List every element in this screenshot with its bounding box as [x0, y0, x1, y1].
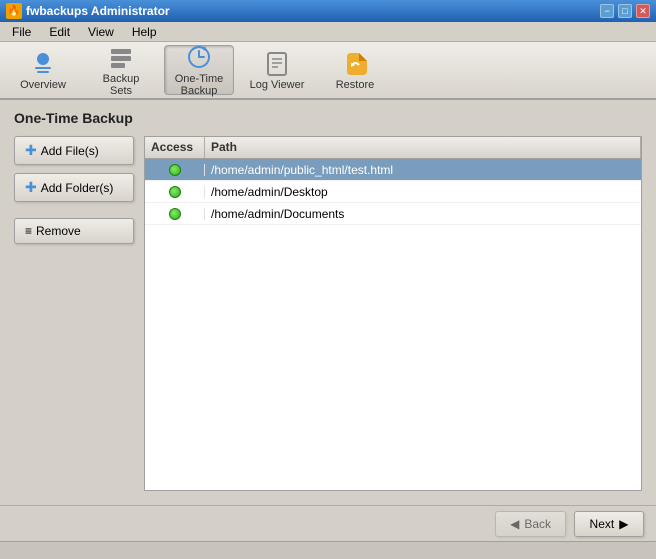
- access-cell: [145, 208, 205, 220]
- next-label: Next: [590, 517, 615, 531]
- backup-sets-label: Backup Sets: [91, 73, 151, 97]
- side-buttons: ✚ Add File(s) ✚ Add Folder(s) ≡ Remove: [14, 136, 134, 491]
- main-layout: ✚ Add File(s) ✚ Add Folder(s) ≡ Remove A…: [14, 136, 642, 491]
- window-title: fwbackups Administrator: [26, 4, 170, 18]
- title-bar-left: 🔥 fwbackups Administrator: [6, 3, 170, 19]
- access-ok-icon: [169, 164, 181, 176]
- minimize-button[interactable]: −: [600, 4, 614, 18]
- menu-help[interactable]: Help: [124, 23, 165, 41]
- file-list-header: Access Path: [145, 137, 641, 159]
- backup-sets-icon: [107, 43, 135, 71]
- add-files-label: Add File(s): [41, 144, 99, 158]
- file-row[interactable]: /home/admin/Desktop: [145, 181, 641, 203]
- maximize-button[interactable]: □: [618, 4, 632, 18]
- back-icon: ◀: [510, 517, 519, 531]
- add-folders-label: Add Folder(s): [41, 181, 114, 195]
- one-time-backup-label: One-Time Backup: [169, 73, 229, 97]
- menu-file[interactable]: File: [4, 23, 39, 41]
- add-folders-button[interactable]: ✚ Add Folder(s): [14, 173, 134, 202]
- back-button[interactable]: ◀ Back: [495, 511, 566, 537]
- status-bar: [0, 541, 656, 559]
- header-path: Path: [205, 137, 641, 158]
- toolbar-restore[interactable]: Restore: [320, 45, 390, 95]
- close-button[interactable]: ✕: [636, 4, 650, 18]
- app-icon: 🔥: [6, 3, 22, 19]
- remove-icon: ≡: [25, 224, 32, 238]
- next-button[interactable]: Next ▶: [574, 511, 644, 537]
- overview-label: Overview: [20, 79, 66, 91]
- access-cell: [145, 164, 205, 176]
- toolbar-log-viewer[interactable]: Log Viewer: [242, 45, 312, 95]
- file-list[interactable]: /home/admin/public_html/test.html /home/…: [145, 159, 641, 490]
- path-cell: /home/admin/Desktop: [205, 185, 641, 199]
- menu-view[interactable]: View: [80, 23, 122, 41]
- toolbar: Overview Backup Sets One-Time Backup: [0, 42, 656, 100]
- one-time-backup-icon: [185, 43, 213, 71]
- remove-button[interactable]: ≡ Remove: [14, 218, 134, 244]
- header-access: Access: [145, 137, 205, 158]
- access-cell: [145, 186, 205, 198]
- restore-label: Restore: [336, 79, 375, 91]
- title-bar: 🔥 fwbackups Administrator − □ ✕: [0, 0, 656, 22]
- access-ok-icon: [169, 186, 181, 198]
- menu-edit[interactable]: Edit: [41, 23, 78, 41]
- back-label: Back: [524, 517, 551, 531]
- window-controls[interactable]: − □ ✕: [600, 4, 650, 18]
- path-cell: /home/admin/Documents: [205, 207, 641, 221]
- restore-icon: [341, 49, 369, 77]
- toolbar-backup-sets[interactable]: Backup Sets: [86, 45, 156, 95]
- page-title: One-Time Backup: [14, 110, 642, 126]
- add-files-button[interactable]: ✚ Add File(s): [14, 136, 134, 165]
- access-ok-icon: [169, 208, 181, 220]
- content-area: One-Time Backup ✚ Add File(s) ✚ Add Fold…: [0, 100, 656, 505]
- add-files-icon: ✚: [25, 142, 37, 159]
- toolbar-overview[interactable]: Overview: [8, 45, 78, 95]
- file-row[interactable]: /home/admin/public_html/test.html: [145, 159, 641, 181]
- overview-icon: [29, 49, 57, 77]
- path-cell: /home/admin/public_html/test.html: [205, 163, 641, 177]
- file-list-container: Access Path /home/admin/public_html/test…: [144, 136, 642, 491]
- bottom-bar: ◀ Back Next ▶: [0, 505, 656, 541]
- file-row[interactable]: /home/admin/Documents: [145, 203, 641, 225]
- toolbar-one-time-backup[interactable]: One-Time Backup: [164, 45, 234, 95]
- log-viewer-label: Log Viewer: [250, 79, 305, 91]
- next-icon: ▶: [619, 517, 628, 531]
- remove-label: Remove: [36, 224, 81, 238]
- log-viewer-icon: [263, 49, 291, 77]
- menu-bar: File Edit View Help: [0, 22, 656, 42]
- add-folders-icon: ✚: [25, 179, 37, 196]
